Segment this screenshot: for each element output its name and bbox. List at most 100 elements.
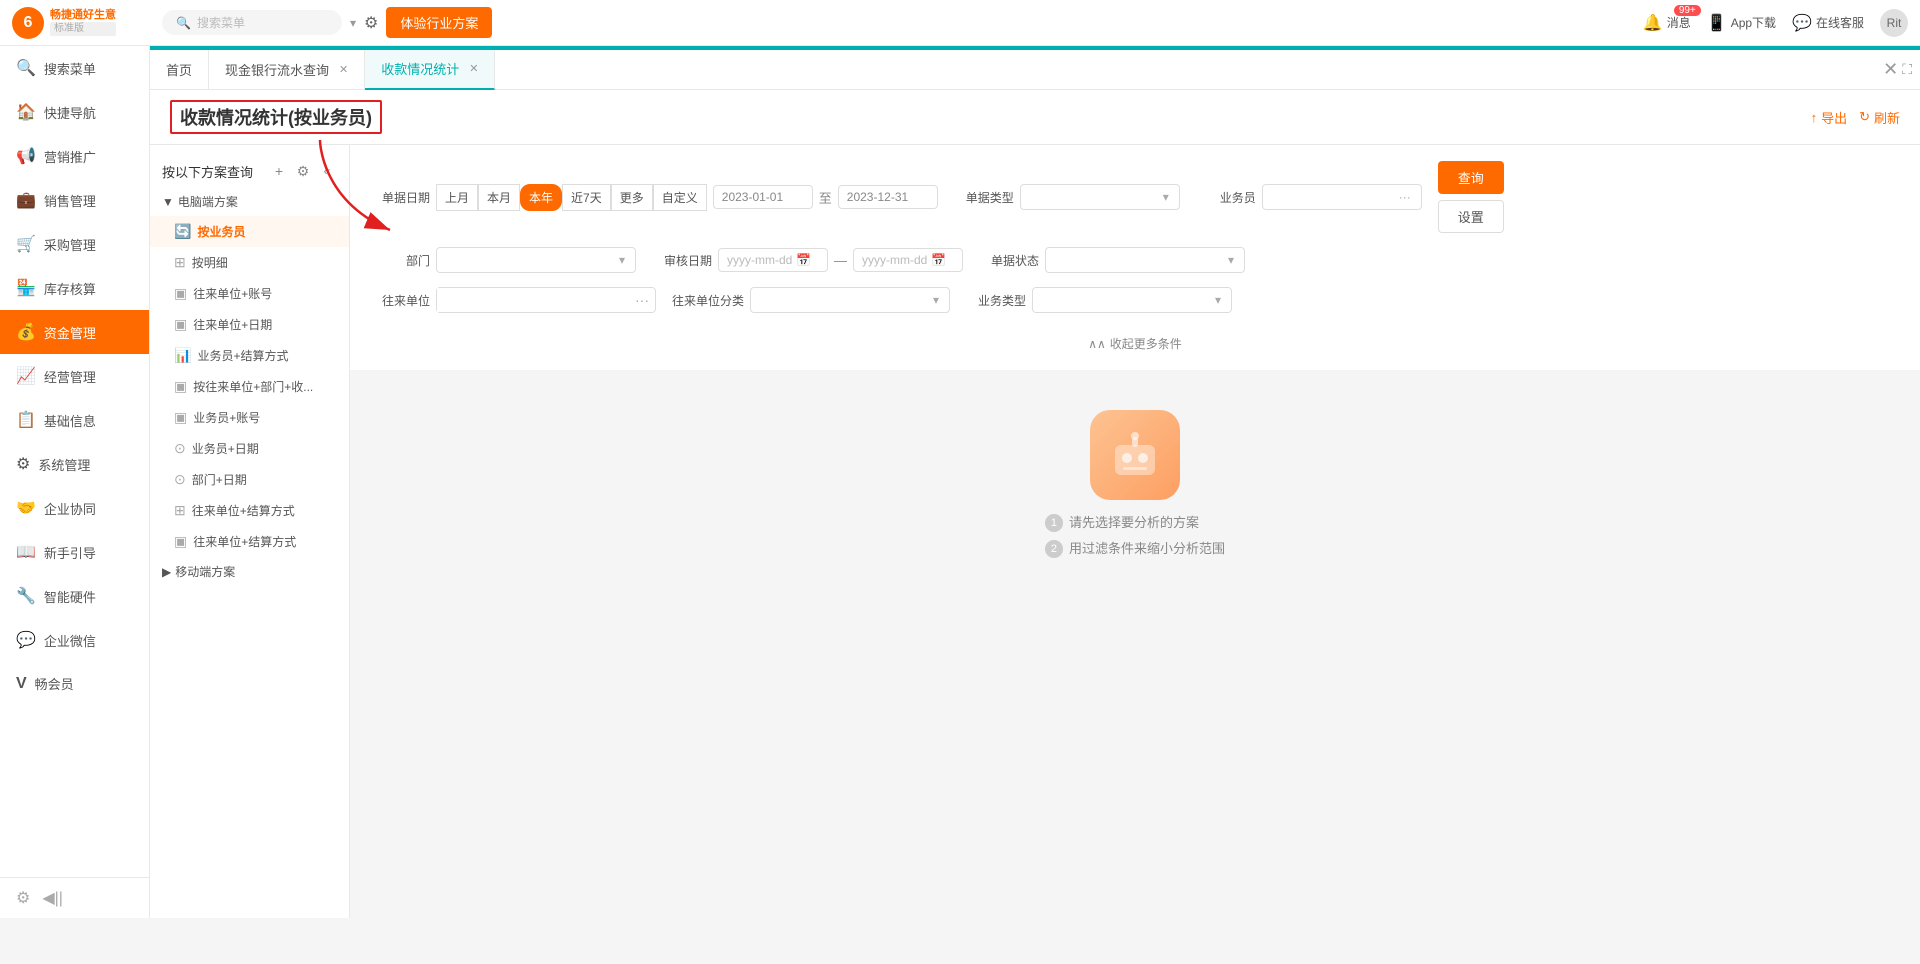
scheme-partner-dept[interactable]: ▣ 按往来单位+部门+收... xyxy=(150,371,349,402)
review-date-from-input[interactable]: yyyy-mm-dd 📅 xyxy=(718,248,828,272)
logo-icon: 6 xyxy=(12,7,44,39)
tab-bank-flow-close[interactable]: ✕ xyxy=(339,63,348,76)
query-button[interactable]: 查询 xyxy=(1438,161,1504,194)
tab-close-all[interactable]: ✕ xyxy=(1883,59,1898,80)
partner-category-arrow: ▾ xyxy=(933,293,939,307)
refresh-button[interactable]: ↻ 刷新 xyxy=(1859,108,1900,127)
date-to-input[interactable]: 2023-12-31 xyxy=(838,185,938,209)
settings-footer-icon[interactable]: ⚙ xyxy=(16,888,30,908)
guide-icon: 📖 xyxy=(16,542,36,562)
tab-home[interactable]: 首页 xyxy=(150,50,209,90)
tab-maximize[interactable]: ⛶ xyxy=(1902,61,1912,78)
sidebar-item-wechat[interactable]: 💬 企业微信 xyxy=(0,618,149,662)
partner-dots-btn[interactable]: ··· xyxy=(629,292,655,308)
sidebar-item-purchase[interactable]: 🛒 采购管理 xyxy=(0,222,149,266)
message-button[interactable]: 🔔 消息 99+ xyxy=(1643,13,1691,33)
department-label: 部门 xyxy=(370,252,430,269)
tab-collection-stats-close[interactable]: ✕ xyxy=(469,62,478,75)
department-select[interactable]: ▾ xyxy=(436,247,636,273)
filter-area: 单据日期 上月 本月 本年 近7天 更多 自定义 2023-01-01 至 xyxy=(350,145,1920,918)
date-btn-this-month[interactable]: 本月 xyxy=(478,184,520,211)
collapse-sidebar-icon[interactable]: ◀|| xyxy=(42,888,63,908)
sidebar-item-management[interactable]: 📈 经营管理 xyxy=(0,354,149,398)
business-type-select[interactable]: ▾ xyxy=(1032,287,1232,313)
date-to-value: 2023-12-31 xyxy=(847,190,908,204)
scheme-partner-settlement1[interactable]: ⊞ 往来单位+结算方式 xyxy=(150,495,349,526)
scheme-partner-date[interactable]: ▣ 往来单位+日期 xyxy=(150,309,349,340)
date-separator: 至 xyxy=(819,188,832,207)
scheme-dept-date[interactable]: ⊙ 部门+日期 xyxy=(150,464,349,495)
app-download-button[interactable]: 📱 App下载 xyxy=(1707,13,1776,33)
finance-icon: 💰 xyxy=(16,322,36,342)
sidebar-item-marketing[interactable]: 📢 营销推广 xyxy=(0,134,149,178)
export-button[interactable]: ↑ 导出 xyxy=(1811,108,1848,127)
mobile-section-label: 移动端方案 xyxy=(175,563,235,580)
detail-icon: ⊞ xyxy=(174,254,186,271)
review-date-to-placeholder: yyyy-mm-dd xyxy=(862,253,927,267)
salesperson-icon: 🔄 xyxy=(174,223,191,240)
date-from-input[interactable]: 2023-01-01 xyxy=(713,185,813,209)
scheme-partner-settlement2[interactable]: ▣ 往来单位+结算方式 xyxy=(150,526,349,557)
main-content: 首页 现金银行流水查询 ✕ 收款情况统计 ✕ ✕ ⛶ 收款情况统计(按业务员) … xyxy=(150,46,1920,918)
try-plan-button[interactable]: 体验行业方案 xyxy=(386,7,492,38)
left-panel: 按以下方案查询 + ⚙ « ▼ 电脑端方案 xyxy=(150,145,350,918)
sidebar-item-inventory[interactable]: 🏪 库存核算 xyxy=(0,266,149,310)
sidebar-sales-label: 销售管理 xyxy=(44,191,96,210)
logo-area: 6 畅捷通好生意 标准版 xyxy=(12,7,162,39)
panel-collapse-button[interactable]: « xyxy=(317,161,337,181)
review-date-to-input[interactable]: yyyy-mm-dd 📅 xyxy=(853,248,963,272)
sidebar-item-guide[interactable]: 📖 新手引导 xyxy=(0,530,149,574)
filter-settings-button[interactable]: 设置 xyxy=(1438,200,1504,233)
scheme-detail[interactable]: ⊞ 按明细 xyxy=(150,247,349,278)
date-btn-this-year[interactable]: 本年 xyxy=(520,184,562,211)
voucher-type-select[interactable]: ▾ xyxy=(1020,184,1180,210)
settings-icon[interactable]: ⚙ xyxy=(364,13,378,33)
sidebar-item-basic[interactable]: 📋 基础信息 xyxy=(0,398,149,442)
sidebar-item-enterprise[interactable]: 🤝 企业协同 xyxy=(0,486,149,530)
scheme-salesperson-date[interactable]: ⊙ 业务员+日期 xyxy=(150,433,349,464)
date-btn-custom[interactable]: 自定义 xyxy=(653,184,707,211)
sidebar-item-hardware[interactable]: 🔧 智能硬件 xyxy=(0,574,149,618)
date-btn-last-month[interactable]: 上月 xyxy=(436,184,478,211)
calendar-icon-to[interactable]: 📅 xyxy=(931,253,946,267)
sidebar-item-finance[interactable]: 💰 资金管理 xyxy=(0,310,149,354)
calendar-icon-from[interactable]: 📅 xyxy=(796,253,811,267)
user-avatar[interactable]: Rit xyxy=(1880,9,1908,37)
collapse-conditions-button[interactable]: ∧∧ 收起更多条件 xyxy=(370,327,1900,360)
partner-input-field[interactable] xyxy=(437,288,629,312)
tab-bank-flow[interactable]: 现金银行流水查询 ✕ xyxy=(209,50,365,90)
scheme-partner-account[interactable]: ▣ 往来单位+账号 xyxy=(150,278,349,309)
date-btn-more[interactable]: 更多 xyxy=(611,184,653,211)
salesperson-arrow: ··· xyxy=(1399,190,1411,204)
header-search[interactable]: 🔍 搜索菜单 xyxy=(162,10,342,35)
sidebar-item-search[interactable]: 🔍 搜索菜单 xyxy=(0,46,149,90)
partner-input[interactable]: ··· xyxy=(436,287,656,313)
basic-icon: 📋 xyxy=(16,410,36,430)
edition-label: 标准版 xyxy=(50,22,116,36)
sidebar-item-sales[interactable]: 💼 销售管理 xyxy=(0,178,149,222)
tab-collection-stats[interactable]: 收款情况统计 ✕ xyxy=(365,50,495,90)
hint-step2: 用过滤条件来缩小分析范围 xyxy=(1069,536,1225,562)
pc-section-title[interactable]: ▼ 电脑端方案 xyxy=(150,187,349,216)
step-num-1: 1 xyxy=(1045,514,1063,532)
refresh-icon: ↻ xyxy=(1859,109,1870,125)
online-service-button[interactable]: 💬 在线客服 xyxy=(1792,13,1864,33)
sidebar-management-label: 经营管理 xyxy=(44,367,96,386)
scheme-salesperson[interactable]: 🔄 按业务员 xyxy=(150,216,349,247)
nav-dropdown-icon[interactable]: ▾ xyxy=(350,16,356,30)
sidebar-item-member[interactable]: V 畅会员 xyxy=(0,662,149,705)
sidebar-item-quicknav[interactable]: 🏠 快捷导航 xyxy=(0,90,149,134)
mobile-section-title[interactable]: ▶ 移动端方案 xyxy=(150,557,349,586)
add-scheme-button[interactable]: + xyxy=(269,161,289,181)
partner-category-select[interactable]: ▾ xyxy=(750,287,950,313)
date-btn-7days[interactable]: 近7天 xyxy=(562,184,611,211)
salesperson-select[interactable]: ··· xyxy=(1262,184,1422,210)
scheme-salesperson-payment[interactable]: 📊 业务员+结算方式 xyxy=(150,340,349,371)
scheme-salesperson-account[interactable]: ▣ 业务员+账号 xyxy=(150,402,349,433)
sidebar-item-system[interactable]: ⚙ 系统管理 xyxy=(0,442,149,486)
management-icon: 📈 xyxy=(16,366,36,386)
scheme-salesperson-date-label: 业务员+日期 xyxy=(192,440,259,457)
scheme-settings-button[interactable]: ⚙ xyxy=(293,161,313,181)
sidebar-footer: ⚙ ◀|| xyxy=(0,877,149,918)
voucher-status-select[interactable]: ▾ xyxy=(1045,247,1245,273)
